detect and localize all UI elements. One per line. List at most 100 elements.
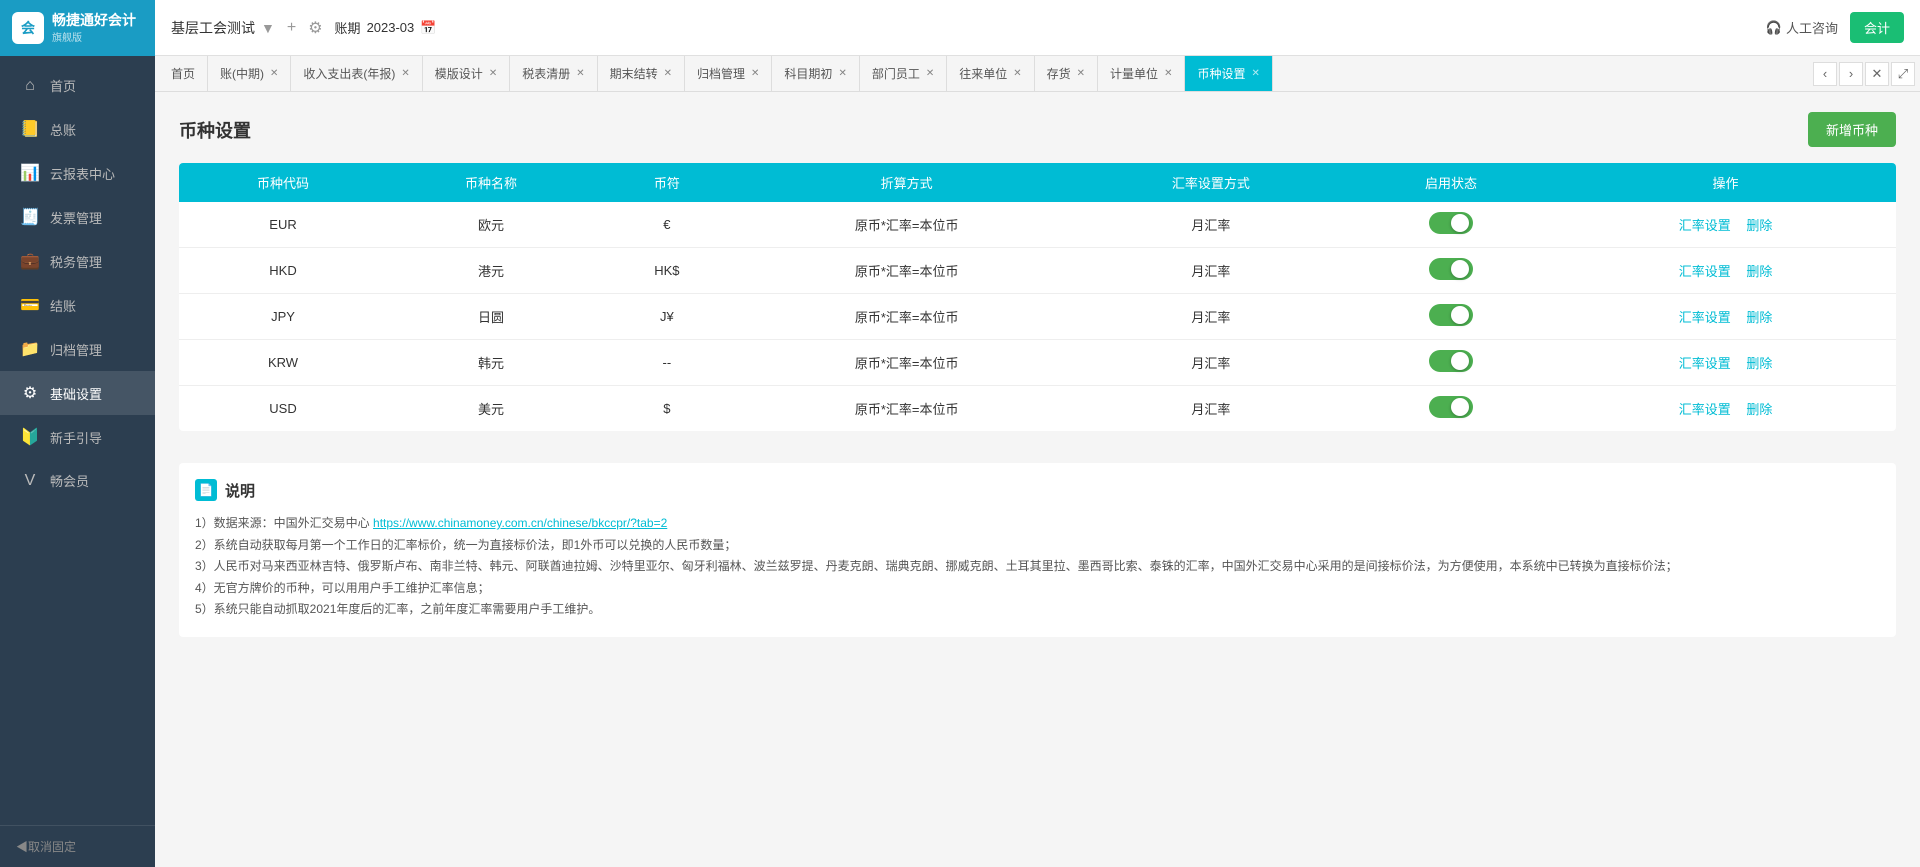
company-dropdown-icon[interactable]: ▼ (261, 20, 275, 36)
tab-close-icon[interactable]: ✕ (1013, 68, 1021, 79)
service-label: 人工咨询 (1786, 18, 1838, 37)
notes-title: 说明 (225, 480, 255, 501)
delete-link[interactable]: 删除 (1746, 264, 1772, 279)
sidebar-item-settings[interactable]: ⚙ 基础设置 (0, 371, 155, 415)
note-item-3: 3）人民币对马来西亚林吉特、俄罗斯卢布、南非兰特、韩元、阿联酋迪拉姆、沙特里亚尔… (195, 556, 1880, 578)
tab-next-button[interactable]: › (1839, 62, 1863, 86)
invoice-icon: 🧾 (20, 207, 40, 227)
tab-label: 收入支出表(年报) (303, 65, 395, 82)
rate-setting-link[interactable]: 汇率设置 (1679, 310, 1731, 325)
service-button[interactable]: 🎧 人工咨询 (1766, 18, 1838, 37)
delete-link[interactable]: 删除 (1746, 218, 1772, 233)
sidebar: 会 畅捷通好会计 旗舰版 ⌂ 首页 📒 总账 📊 云报表中心 🧾 发票管理 💼 … (0, 0, 155, 867)
company-settings-icon[interactable]: ⚙ (308, 18, 322, 38)
rate-setting-link[interactable]: 汇率设置 (1679, 356, 1731, 371)
tab-label: 账(中期) (220, 65, 264, 82)
tab-income-report[interactable]: 收入支出表(年报) ✕ (291, 56, 422, 91)
tab-close-icon[interactable]: ✕ (270, 68, 278, 79)
sidebar-item-invoice[interactable]: 🧾 发票管理 (0, 195, 155, 239)
rate-setting-link[interactable]: 汇率设置 (1679, 264, 1731, 279)
tab-label: 部门员工 (872, 65, 920, 82)
tab-label: 科目期初 (784, 65, 832, 82)
tab-counterparty[interactable]: 往来单位 ✕ (947, 56, 1034, 91)
tab-home[interactable]: 首页 (159, 56, 208, 91)
col-header-status: 启用状态 (1347, 163, 1555, 202)
tab-close-icon[interactable]: ✕ (401, 68, 409, 79)
notes-section: 📄 说明 1）数据来源：中国外汇交易中心 https://www.chinamo… (179, 463, 1896, 637)
company-selector[interactable]: 基层工会测试 ▼ (171, 18, 275, 38)
status-toggle[interactable] (1429, 396, 1473, 418)
tab-close-icon[interactable]: ✕ (489, 68, 497, 79)
cell-code: EUR (179, 202, 387, 248)
sidebar-item-tax[interactable]: 💼 税务管理 (0, 239, 155, 283)
col-header-symbol: 币符 (595, 163, 739, 202)
sidebar-item-settle[interactable]: 💳 结账 (0, 283, 155, 327)
add-company-button[interactable]: + (287, 19, 296, 37)
period-value: 2023-03 (367, 20, 415, 35)
delete-link[interactable]: 删除 (1746, 402, 1772, 417)
tab-close-icon[interactable]: ✕ (1164, 68, 1172, 79)
tab-label: 首页 (171, 65, 195, 82)
table-body: EUR 欧元 € 原币*汇率=本位币 月汇率 汇率设置 删除 HKD 港元 HK… (179, 202, 1896, 431)
tab-archive[interactable]: 归档管理 ✕ (685, 56, 772, 91)
delete-link[interactable]: 删除 (1746, 356, 1772, 371)
tab-tax-table[interactable]: 税表清册 ✕ (510, 56, 597, 91)
rate-setting-link[interactable]: 汇率设置 (1679, 402, 1731, 417)
calendar-icon[interactable]: 📅 (420, 20, 436, 36)
sidebar-item-label: 结账 (50, 296, 76, 315)
table-row: HKD 港元 HK$ 原币*汇率=本位币 月汇率 汇率设置 删除 (179, 248, 1896, 294)
guide-icon: 🔰 (20, 427, 40, 447)
cell-symbol: HK$ (595, 248, 739, 294)
account-button[interactable]: 会计 (1850, 12, 1904, 43)
table-row: KRW 韩元 -- 原币*汇率=本位币 月汇率 汇率设置 删除 (179, 340, 1896, 386)
sidebar-item-general-ledger[interactable]: 📒 总账 (0, 107, 155, 151)
tab-template[interactable]: 模版设计 ✕ (423, 56, 510, 91)
tab-department[interactable]: 部门员工 ✕ (860, 56, 947, 91)
status-toggle[interactable] (1429, 350, 1473, 372)
tab-period-close[interactable]: 期末结转 ✕ (598, 56, 685, 91)
sidebar-item-label: 税务管理 (50, 252, 102, 271)
status-toggle[interactable] (1429, 304, 1473, 326)
tax-icon: 💼 (20, 251, 40, 271)
tab-currency[interactable]: 币种设置 ✕ (1185, 56, 1272, 91)
tab-close-icon[interactable]: ✕ (926, 68, 934, 79)
tab-inventory[interactable]: 存货 ✕ (1035, 56, 1098, 91)
period-display: 账期 2023-03 📅 (335, 18, 437, 37)
new-currency-button[interactable]: 新增币种 (1808, 112, 1896, 147)
sidebar-item-member[interactable]: V 畅会员 (0, 459, 155, 502)
tab-close-icon[interactable]: ✕ (838, 68, 846, 79)
note-item-2: 2）系统自动获取每月第一个工作日的汇率标价，统一为直接标价法，即1外币可以兑换的… (195, 535, 1880, 557)
notes-list: 1）数据来源：中国外汇交易中心 https://www.chinamoney.c… (195, 513, 1880, 621)
chinamoney-link[interactable]: https://www.chinamoney.com.cn/chinese/bk… (373, 516, 667, 530)
topbar-right: 🎧 人工咨询 会计 (1766, 12, 1904, 43)
tab-close-all-button[interactable]: ✕ (1865, 62, 1889, 86)
table-row: JPY 日圆 J¥ 原币*汇率=本位币 月汇率 汇率设置 删除 (179, 294, 1896, 340)
delete-link[interactable]: 删除 (1746, 310, 1772, 325)
sidebar-item-archive[interactable]: 📁 归档管理 (0, 327, 155, 371)
rate-setting-link[interactable]: 汇率设置 (1679, 218, 1731, 233)
sidebar-item-home[interactable]: ⌂ 首页 (0, 64, 155, 107)
tab-close-icon[interactable]: ✕ (664, 68, 672, 79)
tabbar-nav: ‹ › ✕ ⤢ (1812, 62, 1916, 86)
status-toggle[interactable] (1429, 258, 1473, 280)
note-item-1: 1）数据来源：中国外汇交易中心 https://www.chinamoney.c… (195, 513, 1880, 535)
tab-subject-init[interactable]: 科目期初 ✕ (772, 56, 859, 91)
tab-fullscreen-button[interactable]: ⤢ (1891, 62, 1915, 86)
archive-icon: 📁 (20, 339, 40, 359)
tab-close-icon[interactable]: ✕ (1251, 68, 1259, 79)
cell-method: 原币*汇率=本位币 (739, 294, 1075, 340)
tab-account-mid[interactable]: 账(中期) ✕ (208, 56, 291, 91)
notes-header: 📄 说明 (195, 479, 1880, 501)
tab-prev-button[interactable]: ‹ (1813, 62, 1837, 86)
note-item-5: 5）系统只能自动抓取2021年度后的汇率，之前年度汇率需要用户手工维护。 (195, 599, 1880, 621)
tab-unit[interactable]: 计量单位 ✕ (1098, 56, 1185, 91)
status-toggle[interactable] (1429, 212, 1473, 234)
tab-close-icon[interactable]: ✕ (1077, 68, 1085, 79)
tab-close-icon[interactable]: ✕ (751, 68, 759, 79)
tab-close-icon[interactable]: ✕ (576, 68, 584, 79)
sidebar-collapse-button[interactable]: ◀取消固定 (0, 825, 155, 867)
sidebar-item-guide[interactable]: 🔰 新手引导 (0, 415, 155, 459)
cell-name: 欧元 (387, 202, 595, 248)
sidebar-item-reports[interactable]: 📊 云报表中心 (0, 151, 155, 195)
cell-actions: 汇率设置 删除 (1555, 248, 1896, 294)
